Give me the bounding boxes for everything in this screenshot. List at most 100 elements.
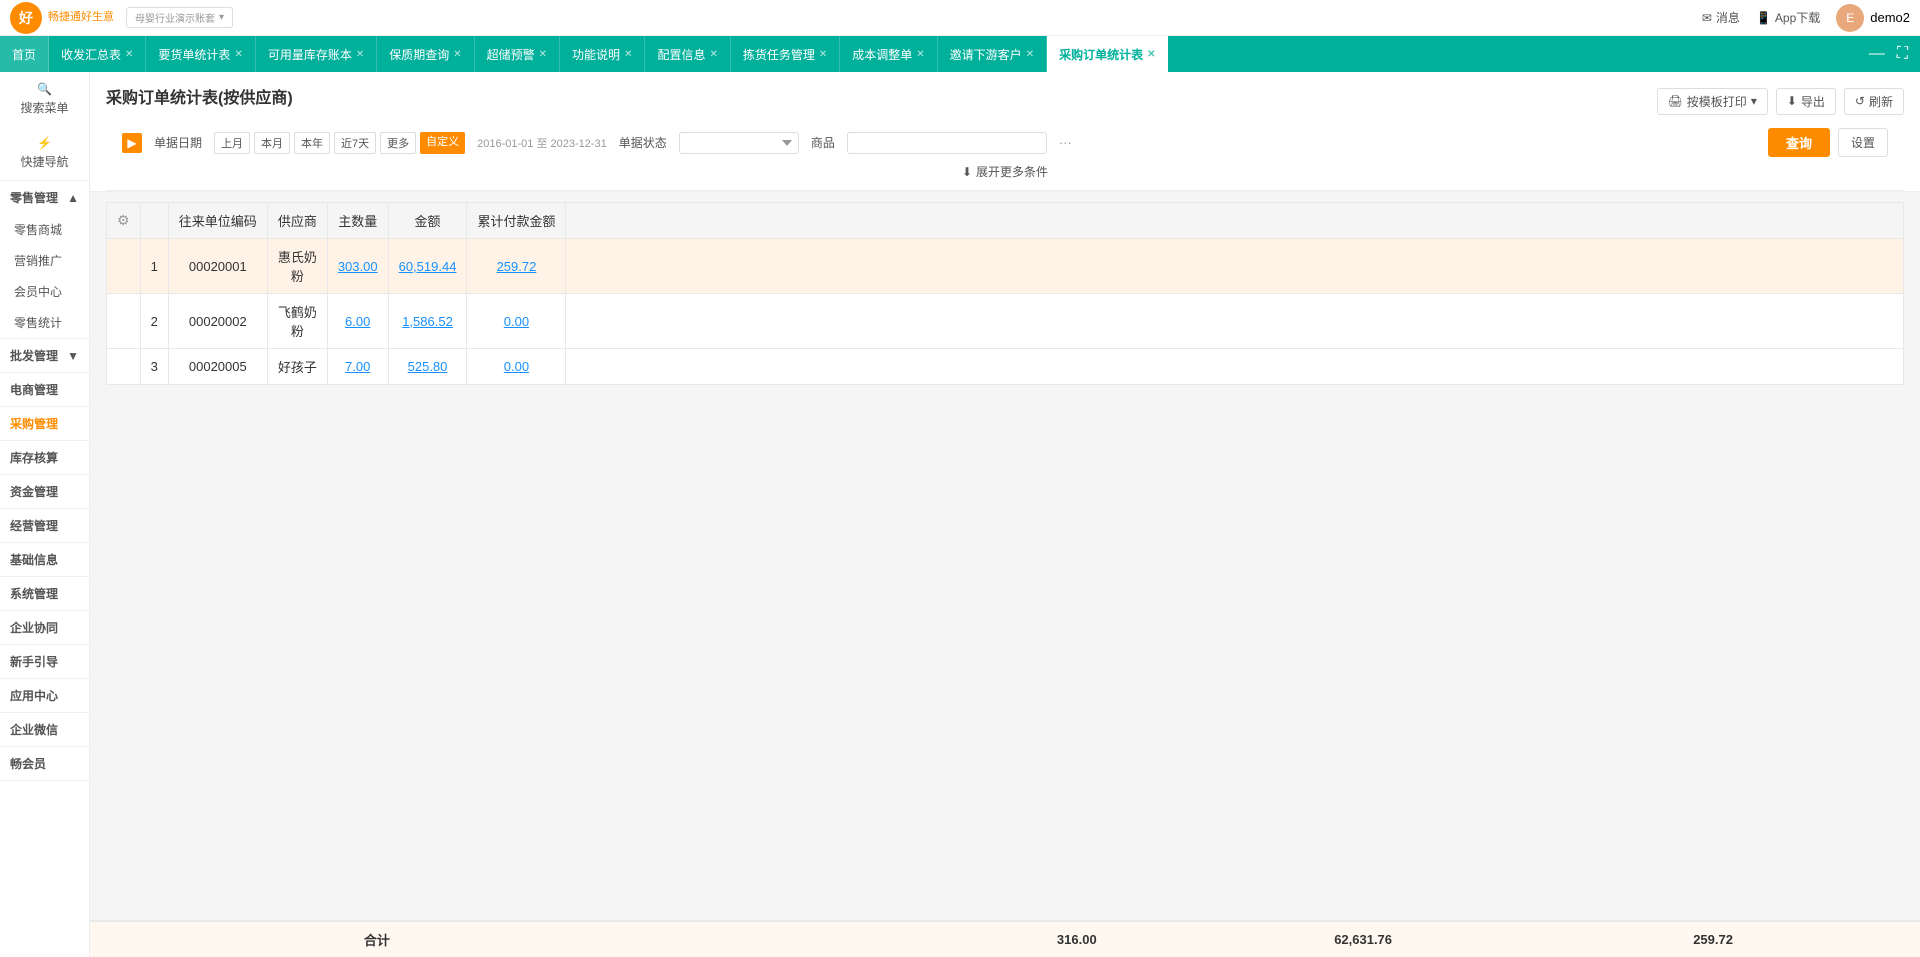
workspace-selector[interactable]: 母婴行业演示账套 ▾ [126, 7, 233, 28]
footer-supplier-empty [568, 930, 950, 949]
setting-button[interactable]: 设置 [1838, 128, 1888, 157]
row-supplier: 飞鹤奶粉 [267, 294, 327, 349]
row-amount[interactable]: 525.80 [388, 349, 467, 385]
sidebar-header-qiye[interactable]: 企业协同 [0, 611, 89, 644]
message-action[interactable]: ✉ 消息 [1702, 9, 1740, 26]
row-supplier-code: 00020005 [168, 349, 267, 385]
close-icon[interactable]: ✕ [453, 49, 461, 60]
table-row: 100020001惠氏奶粉303.0060,519.44259.72 [107, 239, 1904, 294]
row-qty[interactable]: 303.00 [327, 239, 388, 294]
sidebar-header-qiyeweixin[interactable]: 企业微信 [0, 713, 89, 746]
tab-baozhi[interactable]: 保质期查询 ✕ [377, 36, 474, 72]
qty-link[interactable]: 7.00 [345, 359, 370, 374]
gear-icon[interactable]: ⚙ [117, 212, 130, 228]
tab-chaochu[interactable]: 超储预警 ✕ [475, 36, 560, 72]
row-settings[interactable] [107, 239, 141, 294]
tab-peizhi[interactable]: 配置信息 ✕ [645, 36, 730, 72]
date-custom-badge[interactable]: 自定义 [420, 132, 465, 154]
close-icon[interactable]: ✕ [819, 49, 827, 60]
sidebar-header-jingying[interactable]: 经营管理 [0, 509, 89, 542]
date-btn-more[interactable]: 更多 [380, 132, 416, 154]
close-icon[interactable]: ✕ [356, 49, 364, 60]
paid-link[interactable]: 0.00 [504, 359, 529, 374]
tab-home[interactable]: 首页 [0, 36, 49, 72]
amount-link[interactable]: 525.80 [408, 359, 448, 374]
sidebar-section-jingying: 经营管理 [0, 509, 89, 543]
table-row: 200020002飞鹤奶粉6.001,586.520.00 [107, 294, 1904, 349]
tab-shoufahui[interactable]: 收发汇总表 ✕ [49, 36, 146, 72]
date-btn-7days[interactable]: 近7天 [334, 132, 376, 154]
tab-yaoqing[interactable]: 邀请下游客户 ✕ [938, 36, 1047, 72]
sidebar-item-quicknav[interactable]: ⚡ 快捷导航 [0, 126, 89, 180]
refresh-label: 刷新 [1869, 93, 1893, 110]
row-settings[interactable] [107, 349, 141, 385]
tab-chengben[interactable]: 成本调整单 ✕ [840, 36, 937, 72]
row-paid-amount[interactable]: 0.00 [467, 294, 566, 349]
row-amount[interactable]: 60,519.44 [388, 239, 467, 294]
amount-link[interactable]: 1,586.52 [402, 314, 453, 329]
qty-link[interactable]: 303.00 [338, 259, 378, 274]
row-qty[interactable]: 7.00 [327, 349, 388, 385]
close-icon[interactable]: ✕ [624, 49, 632, 60]
close-icon[interactable]: ✕ [1147, 49, 1155, 60]
goods-input[interactable] [847, 132, 1047, 154]
tab-yaohuo[interactable]: 要货单统计表 ✕ [146, 36, 255, 72]
tab-gongneng[interactable]: 功能说明 ✕ [560, 36, 645, 72]
sidebar-subitem-zerototj[interactable]: 零售统计 [0, 307, 89, 338]
paid-link[interactable]: 0.00 [504, 314, 529, 329]
nav-minimize-icon[interactable]: — [1865, 45, 1889, 63]
query-button[interactable]: 查询 [1768, 128, 1830, 157]
sidebar-header-zijin[interactable]: 资金管理 [0, 475, 89, 508]
close-icon[interactable]: ✕ [1026, 49, 1034, 60]
sidebar-header-pifa[interactable]: 批发管理 ▼ [0, 339, 89, 372]
status-select[interactable] [679, 132, 799, 154]
sidebar-header-changhui[interactable]: 畅会员 [0, 747, 89, 780]
template-print-label: 按模板打印 [1687, 93, 1747, 110]
qty-link[interactable]: 6.00 [345, 314, 370, 329]
close-icon[interactable]: ✕ [916, 49, 924, 60]
tab-zhihuo[interactable]: 拣货任务管理 ✕ [731, 36, 840, 72]
sidebar-header-xitong[interactable]: 系统管理 [0, 577, 89, 610]
sidebar-header-zeroshop[interactable]: 零售管理 ▲ [0, 181, 89, 214]
col-extra [566, 203, 1904, 239]
sidebar-header-kucunhesuan[interactable]: 库存核算 [0, 441, 89, 474]
phone-icon: 📱 [1756, 11, 1771, 25]
close-icon[interactable]: ✕ [709, 49, 717, 60]
sidebar-item-search[interactable]: 🔍 搜索菜单 [0, 72, 89, 126]
app-download-action[interactable]: 📱 App下载 [1756, 9, 1820, 26]
nav-maximize-icon[interactable]: ⛶ [1893, 45, 1912, 63]
sidebar-subitem-yingxiao[interactable]: 营销推广 [0, 245, 89, 276]
tab-kucun[interactable]: 可用量库存账本 ✕ [256, 36, 377, 72]
date-btn-lastmonth[interactable]: 上月 [214, 132, 250, 154]
expand-more-row[interactable]: ⬇ 展开更多条件 [122, 163, 1888, 180]
row-amount[interactable]: 1,586.52 [388, 294, 467, 349]
row-paid-amount[interactable]: 0.00 [467, 349, 566, 385]
amount-link[interactable]: 60,519.44 [399, 259, 457, 274]
sidebar-header-dianshang[interactable]: 电商管理 [0, 373, 89, 406]
sidebar-header-yingyong[interactable]: 应用中心 [0, 679, 89, 712]
paid-link[interactable]: 259.72 [497, 259, 537, 274]
sidebar-subitem-zeroshangcheng[interactable]: 零售商城 [0, 214, 89, 245]
tab-caigou[interactable]: 采购订单统计表 ✕ [1047, 36, 1168, 72]
user-area[interactable]: E demo2 [1836, 4, 1910, 32]
template-print-button[interactable]: 🖨 按模板打印 ▾ [1657, 88, 1768, 115]
date-btn-thisyear[interactable]: 本年 [294, 132, 330, 154]
date-btn-thismonth[interactable]: 本月 [254, 132, 290, 154]
close-icon[interactable]: ✕ [234, 49, 242, 60]
row-qty[interactable]: 6.00 [327, 294, 388, 349]
export-button[interactable]: ⬇ 导出 [1776, 88, 1836, 115]
row-settings[interactable] [107, 294, 141, 349]
close-icon[interactable]: ✕ [539, 49, 547, 60]
expand-arrow[interactable]: ▶ [122, 133, 142, 153]
sidebar-subitem-huiyuan[interactable]: 会员中心 [0, 276, 89, 307]
sidebar-header-caigou[interactable]: 采购管理 [0, 407, 89, 440]
goods-more-icon[interactable]: ··· [1059, 135, 1072, 150]
footer-empty2 [146, 930, 186, 949]
refresh-button[interactable]: ↺ 刷新 [1844, 88, 1904, 115]
sidebar-header-xinshou[interactable]: 新手引导 [0, 645, 89, 678]
sidebar-section-changhui: 畅会员 [0, 747, 89, 781]
row-paid-amount[interactable]: 259.72 [467, 239, 566, 294]
sidebar-header-jichu[interactable]: 基础信息 [0, 543, 89, 576]
close-icon[interactable]: ✕ [125, 49, 133, 60]
col-supplier: 供应商 [267, 203, 327, 239]
